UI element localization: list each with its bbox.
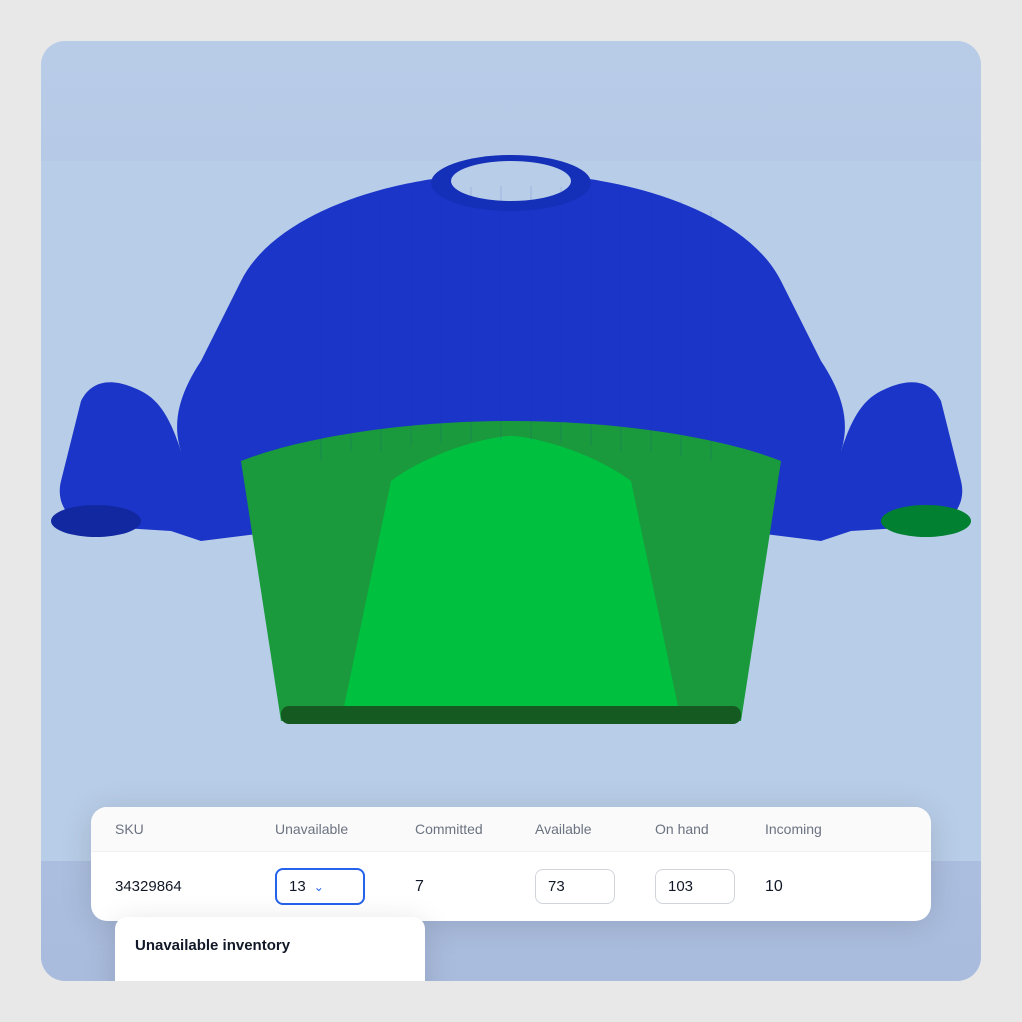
table-header: SKU Unavailable Committed Available On h…	[91, 807, 931, 852]
damaged-value: 2	[382, 980, 390, 981]
unavailable-dropdown-panel: Unavailable inventory Damaged 2 ⌄ Qualit…	[115, 917, 425, 981]
dropdown-title: Unavailable inventory	[135, 937, 405, 954]
onhand-input[interactable]	[655, 869, 735, 904]
unavailable-cell: 13 ⌄	[275, 868, 415, 905]
header-sku: SKU	[115, 821, 275, 837]
available-input[interactable]	[535, 869, 615, 904]
sku-value: 34329864	[115, 878, 275, 895]
onhand-cell	[655, 869, 765, 904]
damaged-value-group: 2 ⌄	[382, 980, 405, 981]
header-committed: Committed	[415, 821, 535, 837]
available-cell	[535, 869, 655, 904]
dropdown-item-damaged[interactable]: Damaged 2 ⌄	[135, 970, 405, 981]
header-incoming: Incoming	[765, 821, 865, 837]
unavailable-dropdown[interactable]: 13 ⌄	[275, 868, 365, 905]
header-available: Available	[535, 821, 655, 837]
inventory-table-card: SKU Unavailable Committed Available On h…	[91, 807, 931, 921]
chevron-down-icon: ⌄	[314, 880, 324, 894]
committed-value: 7	[415, 878, 535, 896]
outer-card: SKU Unavailable Committed Available On h…	[41, 41, 981, 981]
damaged-label: Damaged	[135, 980, 196, 981]
header-onhand: On hand	[655, 821, 765, 837]
unavailable-value: 13	[289, 878, 306, 895]
table-row: 34329864 13 ⌄ 7 10	[91, 852, 931, 921]
incoming-value: 10	[765, 878, 865, 896]
header-unavailable: Unavailable	[275, 821, 415, 837]
